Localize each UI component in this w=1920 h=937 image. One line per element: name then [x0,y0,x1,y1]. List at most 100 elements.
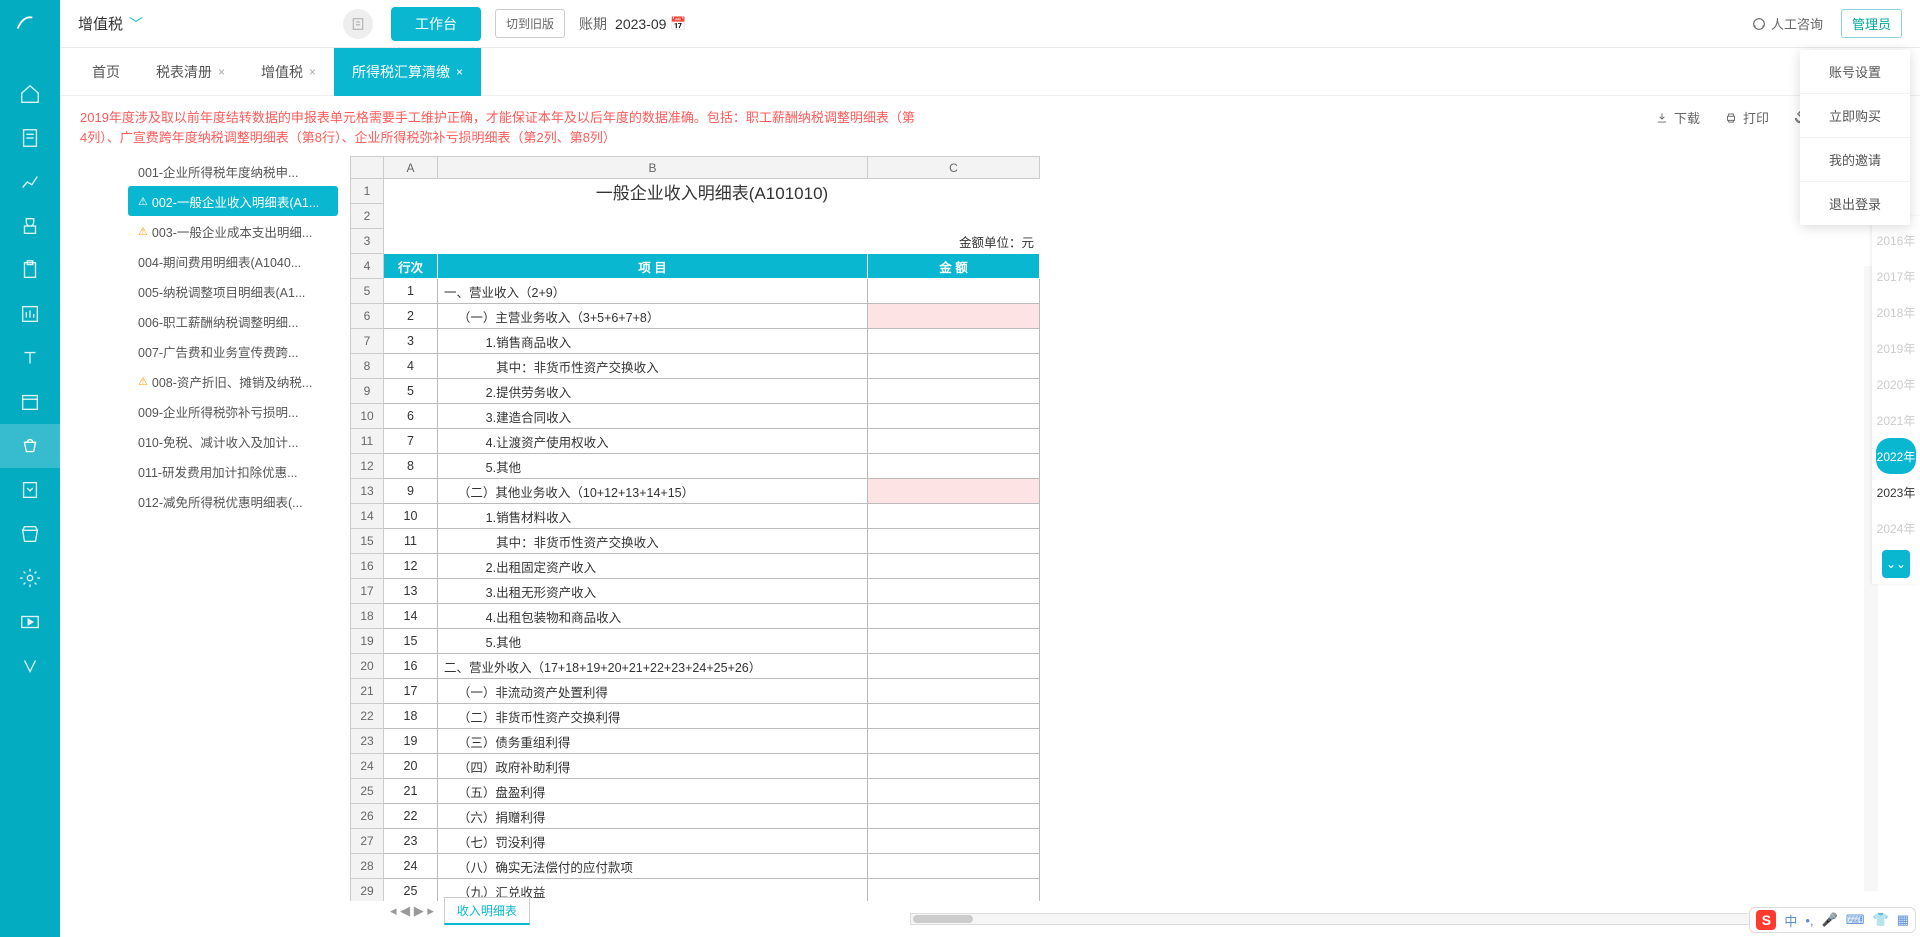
cell[interactable]: 5.其他 [438,454,868,479]
ime-skin-icon[interactable]: 👕 [1873,912,1889,928]
cell[interactable]: 2.提供劳务收入 [438,379,868,404]
rail-t-icon[interactable] [0,336,60,380]
cell[interactable]: （一）主营业务收入（3+5+6+7+8） [438,304,868,329]
rail-video-icon[interactable] [0,600,60,644]
support-link[interactable]: 人工咨询 [1751,14,1823,33]
admin-button[interactable]: 管理员 [1841,9,1902,38]
cell[interactable]: 16 [384,654,438,679]
cell[interactable] [868,779,1040,804]
cell[interactable]: 6 [384,404,438,429]
cell[interactable]: （七）罚没利得 [438,829,868,854]
cell[interactable]: 24 [384,854,438,879]
rail-calendar-icon[interactable] [0,380,60,424]
cell[interactable]: （四）政府补助利得 [438,754,868,779]
cell[interactable]: 10 [384,504,438,529]
cell[interactable]: 19 [384,729,438,754]
cell[interactable] [868,379,1040,404]
ime-mic-icon[interactable]: 🎤 [1822,912,1838,928]
cell[interactable] [868,404,1040,429]
rail-doc-icon[interactable] [0,116,60,160]
col-header-B[interactable]: B [438,156,868,179]
rail-money-icon[interactable] [0,204,60,248]
user-menu-item[interactable]: 账号设置 [1800,50,1910,94]
cell[interactable]: 21 [384,779,438,804]
form-item[interactable]: 009-企业所得税弥补亏损明... [128,396,338,426]
cell[interactable]: 一、营业收入（2+9） [438,279,868,304]
cell[interactable]: 2.出租固定资产收入 [438,554,868,579]
cell[interactable] [868,704,1040,729]
col-header-A[interactable]: A [384,156,438,179]
cell[interactable]: 1.销售材料收入 [438,504,868,529]
cell[interactable] [868,829,1040,854]
cell[interactable] [868,754,1040,779]
cell[interactable]: 行次 [384,254,438,279]
form-item[interactable]: 010-免税、减计收入及加计... [128,426,338,456]
form-item[interactable]: ⚠002-一般企业收入明细表(A1... [128,186,338,216]
cell[interactable] [868,629,1040,654]
ime-punct[interactable]: •, [1805,913,1813,928]
cell[interactable]: （二）非货币性资产交换利得 [438,704,868,729]
cell[interactable] [868,279,1040,304]
year-2021年[interactable]: 2021年 [1872,402,1920,438]
cell[interactable] [868,604,1040,629]
cell[interactable]: 其中：非货币性资产交换收入 [438,354,868,379]
cell[interactable]: （六）捐赠利得 [438,804,868,829]
cell[interactable] [868,804,1040,829]
cell[interactable]: 7 [384,429,438,454]
cell[interactable] [868,479,1040,504]
cell[interactable] [868,529,1040,554]
row-number[interactable]: 2 [350,204,384,229]
cell[interactable]: （二）其他业务收入（10+12+13+14+15） [438,479,868,504]
tab-税表清册[interactable]: 税表清册× [138,48,243,96]
form-item[interactable]: 011-研发费用加计扣除优惠... [128,456,338,486]
cell[interactable] [384,204,438,229]
cell[interactable]: 12 [384,554,438,579]
cell[interactable]: 20 [384,754,438,779]
cell[interactable]: 4.出租包装物和商品收入 [438,604,868,629]
cell[interactable]: 14 [384,604,438,629]
cell[interactable]: 金 额 [868,254,1040,279]
cell[interactable]: （五）盘盈利得 [438,779,868,804]
user-menu-item[interactable]: 我的邀请 [1800,138,1910,182]
cell[interactable]: 3.出租无形资产收入 [438,579,868,604]
form-item[interactable]: ⚠008-资产折旧、摊销及纳税... [128,366,338,396]
cell[interactable]: 23 [384,829,438,854]
cell[interactable] [868,354,1040,379]
workbench-button[interactable]: 工作台 [391,7,481,41]
rail-clipboard-icon[interactable] [0,248,60,292]
tab-增值税[interactable]: 增值税× [243,48,334,96]
cell[interactable] [438,204,868,229]
form-item[interactable]: ⚠003-一般企业成本支出明细... [128,216,338,246]
close-icon[interactable]: × [309,65,316,79]
col-header-C[interactable]: C [868,156,1040,179]
ime-menu-icon[interactable]: ▦ [1897,912,1909,928]
cell[interactable] [868,454,1040,479]
form-item[interactable]: 012-减免所得税优惠明细表(... [128,486,338,516]
year-expand-icon[interactable]: ⌄⌄ [1882,550,1910,578]
ime-mode[interactable]: 中 [1784,911,1797,930]
form-item[interactable]: 006-职工薪酬纳税调整明细... [128,306,338,336]
year-2016年[interactable]: 2016年 [1872,222,1920,258]
rail-transfer-icon[interactable] [0,468,60,512]
cell[interactable]: 13 [384,579,438,604]
cell[interactable] [868,504,1040,529]
cell[interactable]: 项 目 [438,254,868,279]
rail-settings-icon[interactable] [0,556,60,600]
user-menu-item[interactable]: 立即购买 [1800,94,1910,138]
tab-首页[interactable]: 首页 [74,48,138,96]
rail-home-icon[interactable] [0,72,60,116]
cell[interactable]: 8 [384,454,438,479]
ime-keyboard-icon[interactable]: ⌨ [1846,912,1865,928]
cell[interactable]: 4 [384,354,438,379]
close-icon[interactable]: × [456,65,463,79]
form-item[interactable]: 007-广告费和业务宣传费跨... [128,336,338,366]
cell[interactable] [868,554,1040,579]
user-menu-item[interactable]: 退出登录 [1800,182,1910,225]
calendar-icon[interactable]: 📅 [670,16,686,32]
cell[interactable]: 18 [384,704,438,729]
cell[interactable]: （三）债务重组利得 [438,729,868,754]
year-2020年[interactable]: 2020年 [1872,366,1920,402]
print-button[interactable]: 打印 [1724,108,1769,127]
cell[interactable]: 22 [384,804,438,829]
horizontal-scrollbar[interactable] [910,913,1860,925]
